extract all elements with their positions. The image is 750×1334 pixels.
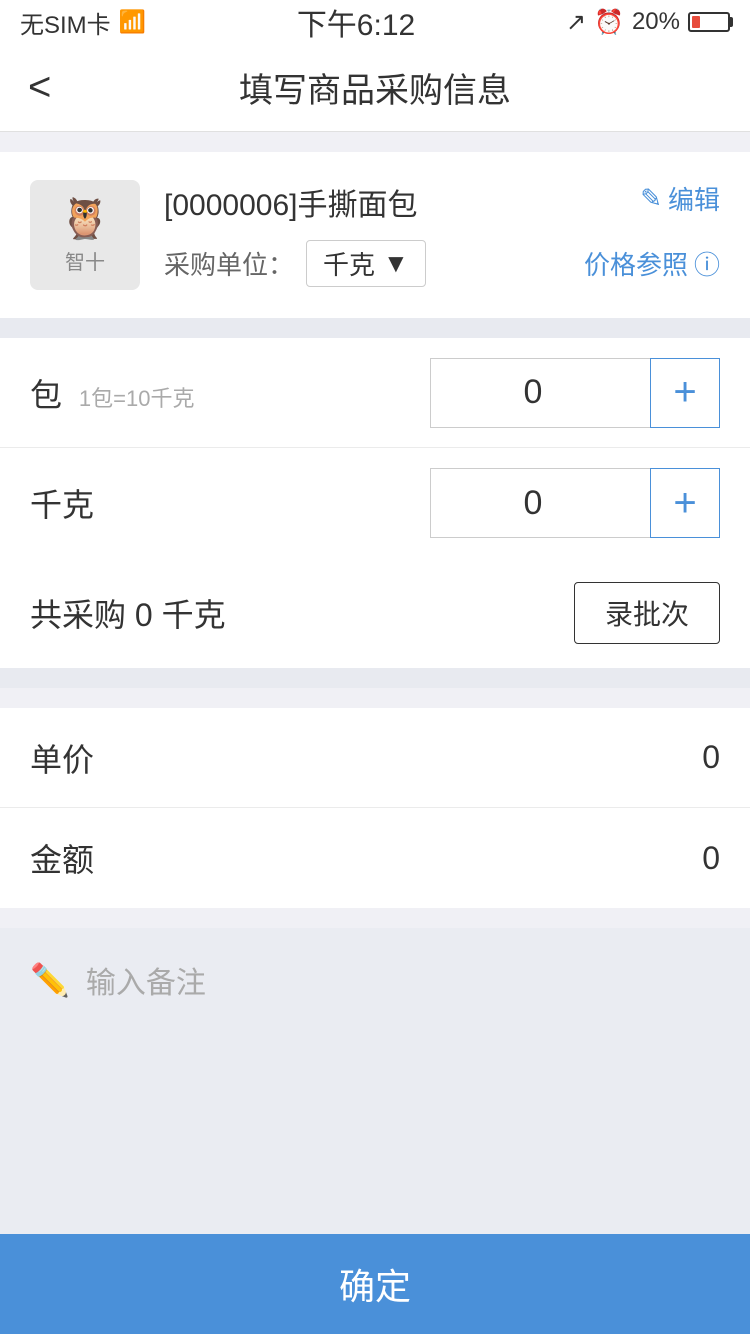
dropdown-arrow-icon: ▼ (383, 248, 409, 279)
carrier-text: 无SIM卡 (20, 5, 111, 40)
purchase-unit: 采购单位： 千克 ▼ (164, 240, 426, 287)
notes-pencil-icon: ✏️ (30, 961, 70, 999)
battery-tip (730, 17, 733, 27)
bag-plus-button[interactable]: + (650, 358, 720, 428)
price-ref-button[interactable]: 价格参照 ⓘ (584, 245, 720, 282)
summary-text: 共采购 0 千克 (30, 590, 226, 636)
kg-plus-button[interactable]: + (650, 468, 720, 538)
product-info: [0000006]手撕面包 ✎ 编辑 采购单位： 千克 ▼ 价格参照 ⓘ (164, 180, 720, 287)
product-logo-icon: 🦉 (60, 195, 110, 242)
amount-value: 0 (702, 840, 720, 877)
unit-dropdown[interactable]: 千克 ▼ (306, 240, 426, 287)
status-left: 无SIM卡 📶 (20, 5, 146, 40)
alarm-icon: ⏰ (594, 8, 624, 37)
product-name: [0000006]手撕面包 (164, 180, 417, 224)
product-header: [0000006]手撕面包 ✎ 编辑 (164, 180, 720, 224)
kg-label: 千克 (30, 480, 94, 526)
bag-label-group: 包 1包=10千克 (30, 370, 194, 416)
product-logo-text: 智十 (65, 246, 105, 275)
edit-icon: ✎ (640, 183, 662, 214)
notes-section[interactable]: ✏️ 输入备注 (0, 928, 750, 1032)
product-code: [0000006] (164, 189, 297, 222)
confirm-button[interactable]: 确定 (0, 1234, 750, 1334)
bag-label: 包 (30, 377, 62, 413)
battery-percent: 20% (632, 8, 680, 36)
location-icon: ↗ (566, 8, 586, 37)
divider-1 (0, 318, 750, 338)
kg-quantity-input[interactable] (430, 468, 650, 538)
status-right: ↗ ⏰ 20% (566, 8, 730, 37)
unit-price-value: 0 (702, 739, 720, 776)
batch-button[interactable]: 录批次 (574, 582, 720, 644)
edit-button[interactable]: ✎ 编辑 (640, 180, 720, 217)
price-section: 单价 0 金额 0 (0, 708, 750, 908)
kg-input-right: + (430, 468, 720, 538)
clock: 下午6:12 (297, 0, 415, 44)
status-bar: 无SIM卡 📶 下午6:12 ↗ ⏰ 20% (0, 0, 750, 44)
page-title: 填写商品采购信息 (239, 63, 511, 112)
bag-input-right: + (430, 358, 720, 428)
bag-sub-label: 1包=10千克 (79, 386, 195, 411)
question-icon: ⓘ (694, 245, 720, 282)
nav-bar: < 填写商品采购信息 (0, 44, 750, 132)
product-section: 🦉 智十 [0000006]手撕面包 ✎ 编辑 采购单位： 千克 ▼ 价格参照 (0, 152, 750, 318)
amount-label: 金额 (30, 835, 94, 881)
bag-quantity-input[interactable] (430, 358, 650, 428)
unit-label: 采购单位： (164, 245, 294, 282)
battery-icon (688, 12, 730, 32)
price-ref-label: 价格参照 (584, 245, 688, 282)
unit-price-label: 单价 (30, 735, 94, 781)
notes-placeholder-text: 输入备注 (86, 958, 206, 1002)
kg-input-row: 千克 + (0, 448, 750, 558)
confirm-label: 确定 (339, 1258, 411, 1310)
wifi-icon: 📶 (119, 9, 146, 35)
amount-row: 金额 0 (0, 808, 750, 908)
product-meta: 采购单位： 千克 ▼ 价格参照 ⓘ (164, 240, 720, 287)
input-section: 包 1包=10千克 + 千克 + (0, 338, 750, 558)
back-button[interactable]: < (28, 65, 51, 110)
unit-value: 千克 (323, 245, 375, 282)
summary-row: 共采购 0 千克 录批次 (0, 558, 750, 668)
edit-label: 编辑 (668, 180, 720, 217)
bag-input-row: 包 1包=10千克 + (0, 338, 750, 448)
product-image: 🦉 智十 (30, 180, 140, 290)
battery-fill (692, 16, 701, 28)
product-name-text: 手撕面包 (297, 189, 417, 222)
unit-price-row: 单价 0 (0, 708, 750, 808)
divider-2 (0, 668, 750, 688)
